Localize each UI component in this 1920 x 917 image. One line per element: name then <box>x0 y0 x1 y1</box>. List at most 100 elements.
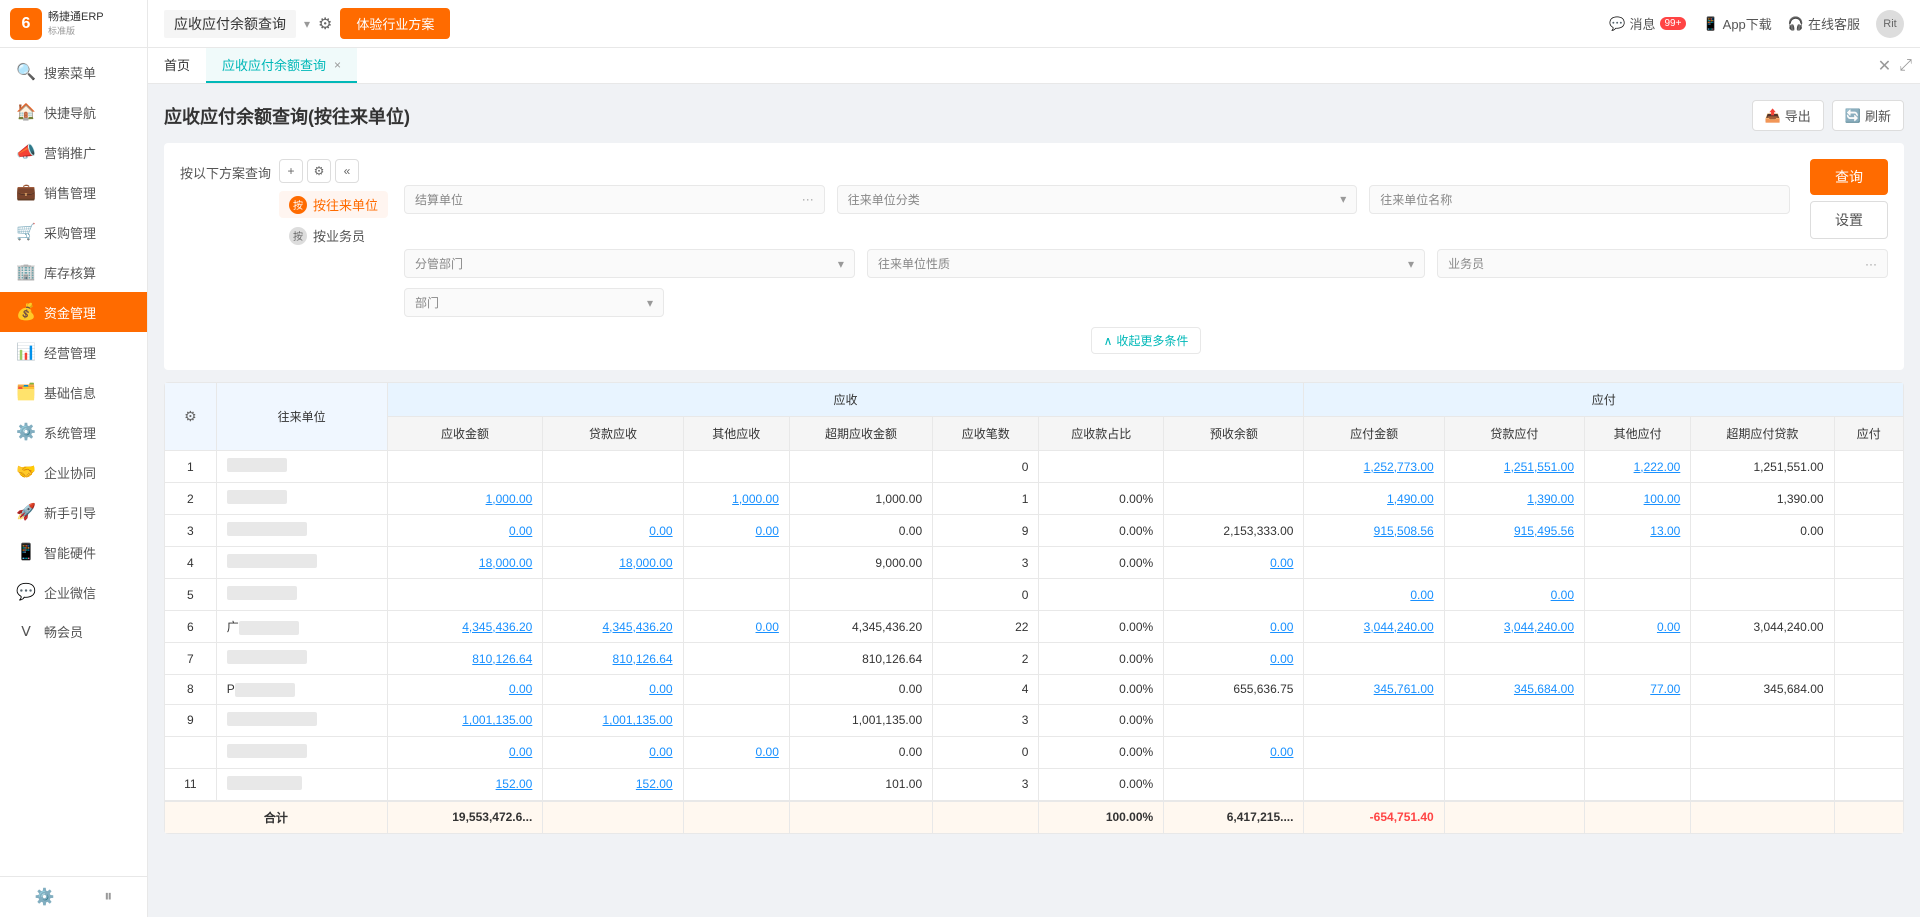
cell-ap-loan <box>1444 704 1584 736</box>
table-body: 1 0 1,252,773.00 1,251,551.00 1,222.00 1… <box>165 451 1904 834</box>
warehouse-icon: 🏢 <box>16 262 36 282</box>
cell-no: 5 <box>165 579 217 611</box>
partner-nature-field[interactable]: 往来单位性质 ▾ <box>867 249 1425 278</box>
settle-unit-dots-icon[interactable]: ··· <box>802 192 814 206</box>
sidebar-settings-button[interactable]: ⚙️ <box>35 887 55 907</box>
collapse-button[interactable]: ∧ 收起更多条件 <box>1091 327 1202 354</box>
query-button[interactable]: 查询 <box>1810 159 1888 195</box>
cell-ap-amount <box>1304 736 1444 768</box>
cell-prepay <box>1164 704 1304 736</box>
cell-ap-loan <box>1444 547 1584 579</box>
cell-prepay: 0.00 <box>1164 611 1304 643</box>
manage-dept-field[interactable]: 分管部门 ▾ <box>404 249 855 278</box>
sidebar-item-system[interactable]: ⚙️ 系统管理 <box>0 412 147 452</box>
sidebar-item-marketing[interactable]: 📣 营销推广 <box>0 132 147 172</box>
cell-ar-other <box>683 643 789 675</box>
cell-ap-loan: 3,044,240.00 <box>1444 611 1584 643</box>
cell-prepay: 0.00 <box>1164 547 1304 579</box>
cell-ar-overdue: 9,000.00 <box>789 547 932 579</box>
salesman-dots-icon[interactable]: ··· <box>1865 257 1877 271</box>
cell-ap-other <box>1585 643 1691 675</box>
tab-close-icon[interactable]: × <box>334 58 341 72</box>
settle-unit-input[interactable] <box>471 192 794 206</box>
tab-home-label: 首页 <box>164 55 190 74</box>
cell-ar-amount: 0.00 <box>387 515 543 547</box>
sidebar-item-search[interactable]: 🔍 搜索菜单 <box>0 52 147 92</box>
cell-ap-loan: 915,495.56 <box>1444 515 1584 547</box>
partner-category-field[interactable]: 往来单位分类 ▾ <box>837 185 1357 214</box>
sidebar-item-quicknav[interactable]: 🏠 快捷导航 <box>0 92 147 132</box>
header-nav-chevron-icon[interactable]: ▾ <box>304 17 310 31</box>
cell-ar-overdue: 0.00 <box>789 675 932 705</box>
sidebar-item-finance[interactable]: 💰 资金管理 <box>0 292 147 332</box>
cell-ar-count: 1 <box>933 483 1039 515</box>
user-avatar[interactable]: Rit <box>1876 10 1904 38</box>
cell-total-ap-tail <box>1834 801 1903 834</box>
message-button[interactable]: 💬 消息 99+ <box>1609 14 1686 33</box>
sidebar-item-purchase[interactable]: 🛒 采购管理 <box>0 212 147 252</box>
scheme-partner-icon: 按 <box>289 196 307 214</box>
table-settings-icon[interactable]: ⚙ <box>184 408 197 424</box>
cell-no: 6 <box>165 611 217 643</box>
manage-dept-chevron-icon[interactable]: ▾ <box>838 257 844 271</box>
partner-name-field[interactable]: 往来单位名称 <box>1369 185 1790 214</box>
partner-category-input[interactable] <box>928 192 1332 206</box>
sidebar-item-operation[interactable]: 📊 经营管理 <box>0 332 147 372</box>
settle-unit-field[interactable]: 结算单位 ··· <box>404 185 825 214</box>
dept-input[interactable] <box>447 296 639 310</box>
scheme-item-partner[interactable]: 按 按往来单位 <box>279 191 388 218</box>
cell-name <box>216 547 387 579</box>
th-settings[interactable]: ⚙ <box>165 383 217 451</box>
sidebar-item-hardware[interactable]: 📱 智能硬件 <box>0 532 147 572</box>
sidebar-item-member[interactable]: Ⅴ 畅会员 <box>0 612 147 651</box>
refresh-button[interactable]: 🔄 刷新 <box>1832 100 1904 131</box>
sidebar-item-basic[interactable]: 🗂️ 基础信息 <box>0 372 147 412</box>
tab-expand-icon[interactable]: ⤢ <box>1899 57 1912 75</box>
sidebar-item-warehouse[interactable]: 🏢 库存核算 <box>0 252 147 292</box>
sidebar-collapse-button[interactable]: ⏸ <box>104 888 112 906</box>
partner-nature-input[interactable] <box>958 257 1400 271</box>
th-ar-other: 其他应收 <box>683 417 789 451</box>
dept-field[interactable]: 部门 ▾ <box>404 288 664 317</box>
filter-panel: 按以下方案查询 + ⚙ « 按 按往来单位 按 按业务员 <box>164 143 1904 370</box>
member-icon: Ⅴ <box>16 623 36 640</box>
partner-nature-chevron-icon[interactable]: ▾ <box>1408 257 1414 271</box>
scheme-settings-button[interactable]: ⚙ <box>307 159 331 183</box>
sales-icon: 💼 <box>16 182 36 202</box>
header-gear-icon[interactable]: ⚙ <box>318 14 332 34</box>
online-service-button[interactable]: 🎧 在线客服 <box>1788 14 1860 33</box>
cell-ar-count: 0 <box>933 736 1039 768</box>
scheme-item-salesman[interactable]: 按 按业务员 <box>279 222 388 249</box>
export-button[interactable]: 📤 导出 <box>1752 100 1824 131</box>
table-row: 5 0 0.00 0.00 <box>165 579 1904 611</box>
tab-close-all-icon[interactable]: ✕ <box>1878 56 1891 76</box>
tab-ar-query[interactable]: 应收应付余额查询 × <box>206 48 357 83</box>
cell-total-label: 合计 <box>165 801 388 834</box>
settings-button[interactable]: 设置 <box>1810 201 1888 239</box>
salesman-input[interactable] <box>1492 257 1857 271</box>
scheme-add-button[interactable]: + <box>279 159 303 183</box>
cell-ar-amount <box>387 451 543 483</box>
logo-badge: 标准版 <box>48 24 104 37</box>
scheme-collapse-button[interactable]: « <box>335 159 359 183</box>
sidebar-item-guide[interactable]: 🚀 新手引导 <box>0 492 147 532</box>
salesman-field[interactable]: 业务员 ··· <box>1437 249 1888 278</box>
solution-button[interactable]: 体验行业方案 <box>340 8 450 39</box>
sidebar-item-corp[interactable]: 🤝 企业协同 <box>0 452 147 492</box>
sidebar-item-label: 采购管理 <box>44 223 96 242</box>
tab-home[interactable]: 首页 <box>148 48 206 83</box>
sidebar-item-sales[interactable]: 💼 销售管理 <box>0 172 147 212</box>
dept-chevron-icon[interactable]: ▾ <box>647 296 653 310</box>
sidebar-item-wechat[interactable]: 💬 企业微信 <box>0 572 147 612</box>
cell-name <box>216 736 387 768</box>
th-ap-loan: 贷款应付 <box>1444 417 1584 451</box>
cell-ar-count: 4 <box>933 675 1039 705</box>
home-icon: 🏠 <box>16 102 36 122</box>
partner-name-input[interactable] <box>1460 192 1779 206</box>
th-prepay: 预收余额 <box>1164 417 1304 451</box>
cell-ap-other <box>1585 736 1691 768</box>
table-row: 9 1,001,135.00 1,001,135.00 1,001,135.00… <box>165 704 1904 736</box>
app-download-button[interactable]: 📱 App下载 <box>1702 14 1771 33</box>
partner-category-chevron-icon[interactable]: ▾ <box>1340 192 1346 206</box>
manage-dept-input[interactable] <box>471 257 830 271</box>
